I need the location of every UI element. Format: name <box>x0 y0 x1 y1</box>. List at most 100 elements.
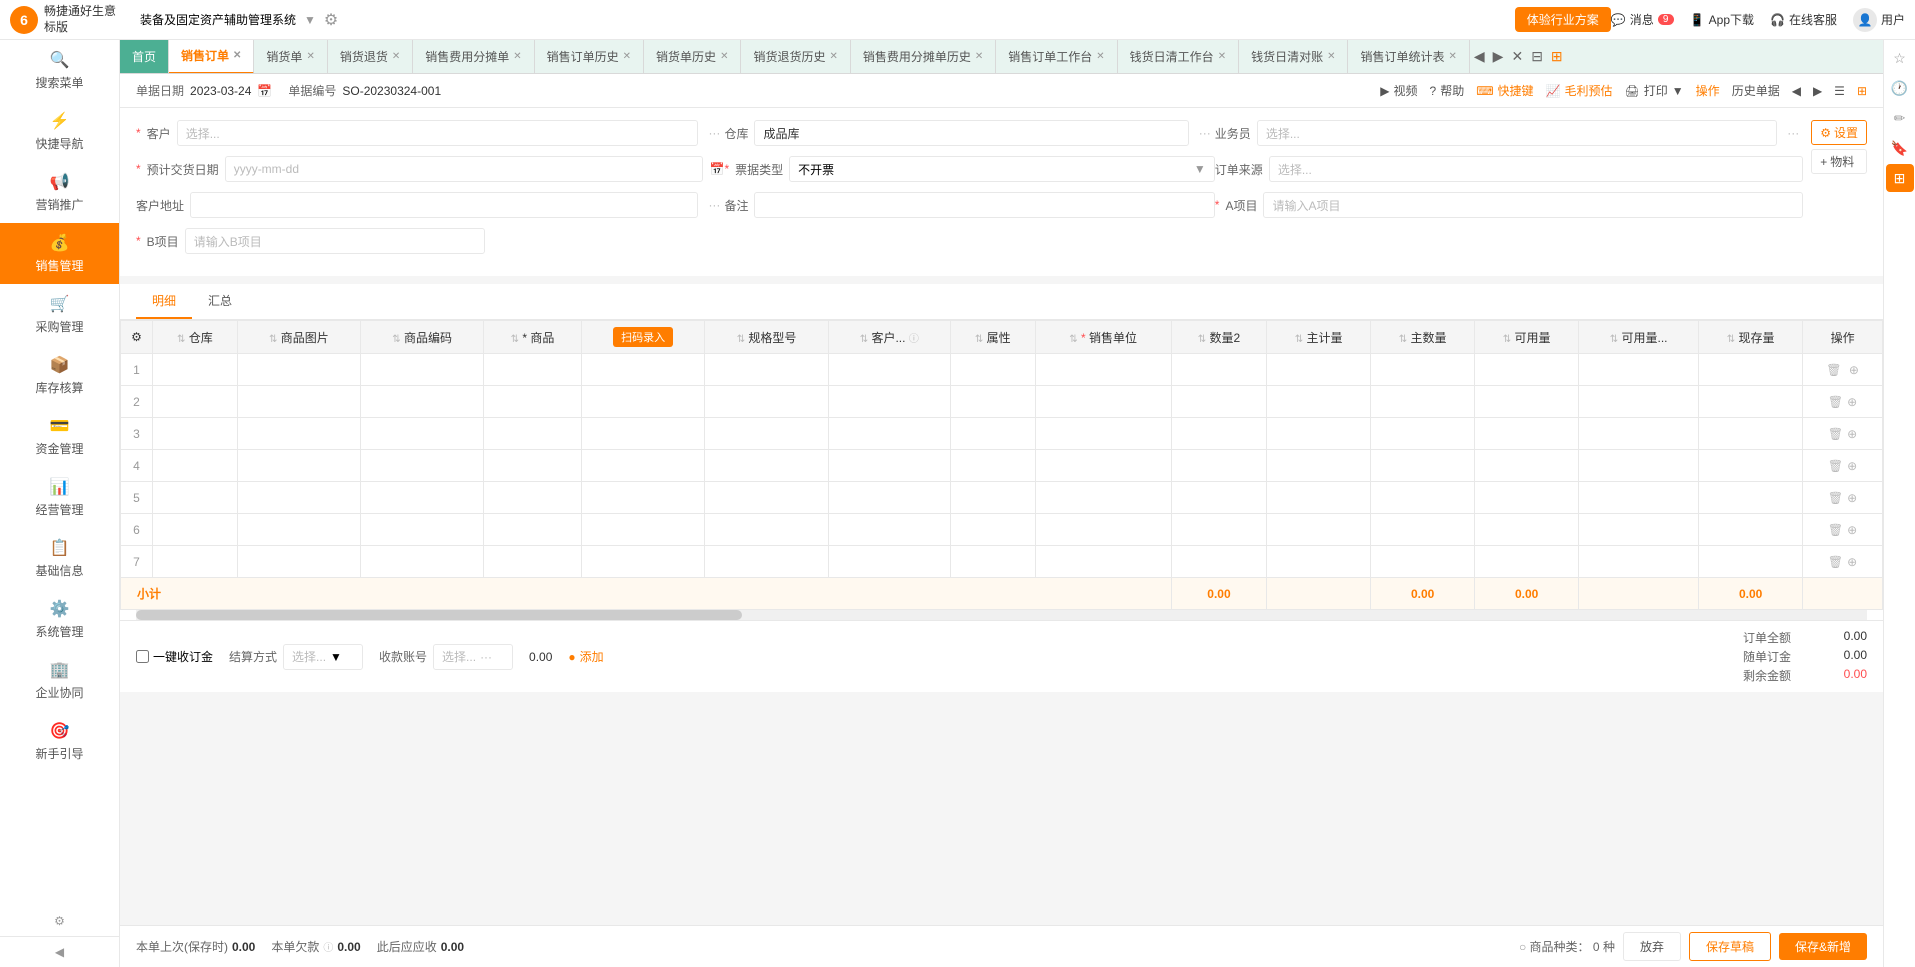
row-cust-code-1[interactable] <box>828 354 950 386</box>
order-source-input[interactable]: 选择... <box>1269 156 1803 182</box>
receipt-account-select[interactable]: 选择... ··· <box>433 644 513 670</box>
right-panel-star[interactable]: ☆ <box>1886 44 1914 72</box>
tab-close-sales-summary[interactable]: ✕ <box>1449 51 1457 62</box>
sidebar-item-search[interactable]: 🔍 搜索菜单 <box>0 40 119 101</box>
row-main-unit-1[interactable] <box>1267 354 1371 386</box>
th-product-code[interactable]: ⇅ 商品编码 <box>360 321 483 354</box>
list-view-btn[interactable]: ☰ <box>1834 84 1845 98</box>
sidebar-item-enterprise[interactable]: 🏢 企业协同 <box>0 650 119 711</box>
app-download-item[interactable]: 📱 App下载 <box>1690 11 1754 28</box>
customer-input[interactable]: 选择... <box>177 120 699 146</box>
date-value[interactable]: 2023-03-24 <box>190 84 251 98</box>
settings-icon[interactable]: ⚙ <box>324 10 338 30</box>
tab-nav-expand[interactable]: ⊞ <box>1547 48 1567 65</box>
tab-sales-summary[interactable]: 销售订单统计表 ✕ <box>1348 40 1469 74</box>
right-panel-bookmark[interactable]: 🔖 <box>1886 134 1914 162</box>
row-attr-1[interactable] <box>950 354 1035 386</box>
tab-order-history[interactable]: 销售订单历史 ✕ <box>535 40 644 74</box>
tab-receivable-workbench[interactable]: 钱货日清工作台 ✕ <box>1118 40 1239 74</box>
history-btn[interactable]: 历史单据 <box>1732 82 1780 99</box>
tab-close-fee-history[interactable]: ✕ <box>975 51 983 62</box>
setup-button[interactable]: ⚙ 设置 <box>1811 120 1867 145</box>
th-spec[interactable]: ⇅ 规格型号 <box>705 321 828 354</box>
tab-close-refund-history[interactable]: ✕ <box>829 51 837 62</box>
copy-icon-1[interactable]: ⊕ <box>1849 363 1859 377</box>
th-available2[interactable]: ⇅ 可用量... <box>1579 321 1699 354</box>
tab-order-workbench[interactable]: 销售订单工作台 ✕ <box>996 40 1117 74</box>
tab-nav-next[interactable]: ▶ <box>1489 48 1508 65</box>
row-code-1[interactable] <box>360 354 483 386</box>
save-new-button[interactable]: 保存&新增 <box>1779 933 1867 960</box>
tab-close-sales-return[interactable]: ✕ <box>306 51 314 62</box>
delete-icon-2[interactable]: 🗑 <box>1828 395 1843 409</box>
one-click-collection-checkbox[interactable]: 一键收订金 <box>136 648 213 665</box>
tab-nav-prev[interactable]: ◀ <box>1470 48 1489 65</box>
th-main-quantity[interactable]: ⇅ 主数量 <box>1371 321 1475 354</box>
customer-more-icon[interactable]: ··· <box>704 126 724 140</box>
delete-icon-5[interactable]: 🗑 <box>1828 491 1843 505</box>
sidebar-item-marketing[interactable]: 📢 营销推广 <box>0 162 119 223</box>
tab-receivable-reconcile[interactable]: 钱货日清对账 ✕ <box>1239 40 1348 74</box>
order-no-value[interactable]: SO-20230324-001 <box>342 84 441 98</box>
user-item[interactable]: 👤 用户 <box>1853 8 1905 32</box>
receipt-more-icon[interactable]: ··· <box>480 650 492 664</box>
th-stock[interactable]: ⇅ 现存量 <box>1699 321 1803 354</box>
tab-sales-order[interactable]: 销售订单 ✕ <box>169 40 254 74</box>
tab-close-fee-split[interactable]: ✕ <box>513 51 521 62</box>
table-scrollbar[interactable] <box>136 610 1867 620</box>
right-panel-history[interactable]: 🕐 <box>1886 74 1914 102</box>
sidebar-item-basic-info[interactable]: 📋 基础信息 <box>0 528 119 589</box>
th-quantity2[interactable]: ⇅ 数量2 <box>1171 321 1266 354</box>
delete-icon-4[interactable]: 🗑 <box>1828 459 1843 473</box>
th-attributes[interactable]: ⇅ 属性 <box>950 321 1035 354</box>
copy-icon-3[interactable]: ⊕ <box>1847 427 1857 441</box>
remarks-input[interactable] <box>754 192 1214 218</box>
th-warehouse[interactable]: ⇅ 仓库 <box>153 321 238 354</box>
discard-button[interactable]: 放弃 <box>1623 932 1681 961</box>
help-btn[interactable]: ? 帮助 <box>1430 82 1465 99</box>
tab-fee-split[interactable]: 销售费用分摊单 ✕ <box>413 40 534 74</box>
th-settings[interactable]: ⚙ <box>121 321 153 354</box>
copy-icon-6[interactable]: ⊕ <box>1847 523 1857 537</box>
tab-close-sales-order[interactable]: ✕ <box>233 50 241 61</box>
trial-button[interactable]: 体验行业方案 <box>1515 7 1611 32</box>
message-item[interactable]: 💬 消息 9 <box>1611 11 1674 28</box>
project-a-input[interactable]: 请输入A项目 <box>1263 192 1803 218</box>
th-sales-unit[interactable]: ⇅ * 销售单位 <box>1035 321 1171 354</box>
delete-icon-1[interactable]: 🗑 <box>1826 363 1841 377</box>
grid-view-btn[interactable]: ⊞ <box>1857 84 1867 98</box>
prev-record-btn[interactable]: ◀ <box>1792 84 1801 98</box>
sidebar-settings-icon[interactable]: ⚙ <box>0 906 119 936</box>
online-service-item[interactable]: 🎧 在线客服 <box>1770 11 1837 28</box>
scan-button[interactable]: 扫码录入 <box>613 327 673 347</box>
sidebar-item-system[interactable]: ⚙️ 系统管理 <box>0 589 119 650</box>
th-product-name[interactable]: ⇅ * 商品 <box>484 321 582 354</box>
sidebar-item-guide[interactable]: 🎯 新手引导 <box>0 711 119 772</box>
warehouse-more-icon[interactable]: ··· <box>1195 126 1215 140</box>
profit-btn[interactable]: 📈 毛利预估 <box>1546 82 1613 99</box>
row-spec-1[interactable] <box>705 354 828 386</box>
invoice-type-select[interactable]: 不开票 ▼ <box>789 156 1215 182</box>
tab-sales-refund[interactable]: 销货退货 ✕ <box>328 40 413 74</box>
sidebar-collapse-button[interactable]: ◀ <box>0 936 119 967</box>
tab-refund-history[interactable]: 销货退货历史 ✕ <box>741 40 850 74</box>
address-input[interactable] <box>190 192 698 218</box>
material-button[interactable]: + 物料 <box>1811 149 1867 174</box>
copy-icon-5[interactable]: ⊕ <box>1847 491 1857 505</box>
tab-fee-history[interactable]: 销售费用分摊单历史 ✕ <box>851 40 996 74</box>
th-customer-code[interactable]: ⇅ 客户... ⓘ <box>828 321 950 354</box>
tab-home[interactable]: 首页 <box>120 40 169 74</box>
delete-icon-6[interactable]: 🗑 <box>1828 523 1843 537</box>
tab-sales-return[interactable]: 销货单 ✕ <box>254 40 327 74</box>
tab-close-order-workbench[interactable]: ✕ <box>1096 51 1104 62</box>
delivery-date-input[interactable]: yyyy-mm-dd <box>225 156 704 182</box>
staff-input[interactable]: 选择... <box>1257 120 1777 146</box>
sidebar-item-finance[interactable]: 💳 资金管理 <box>0 406 119 467</box>
row-main-qty-1[interactable] <box>1371 354 1475 386</box>
copy-icon-7[interactable]: ⊕ <box>1847 555 1857 569</box>
tab-close-order-history[interactable]: ✕ <box>623 51 631 62</box>
settlement-method-select[interactable]: 选择... ▼ <box>283 644 363 670</box>
row-warehouse-1[interactable] <box>153 354 238 386</box>
delete-icon-3[interactable]: 🗑 <box>1828 427 1843 441</box>
sidebar-item-quick-nav[interactable]: ⚡ 快捷导航 <box>0 101 119 162</box>
